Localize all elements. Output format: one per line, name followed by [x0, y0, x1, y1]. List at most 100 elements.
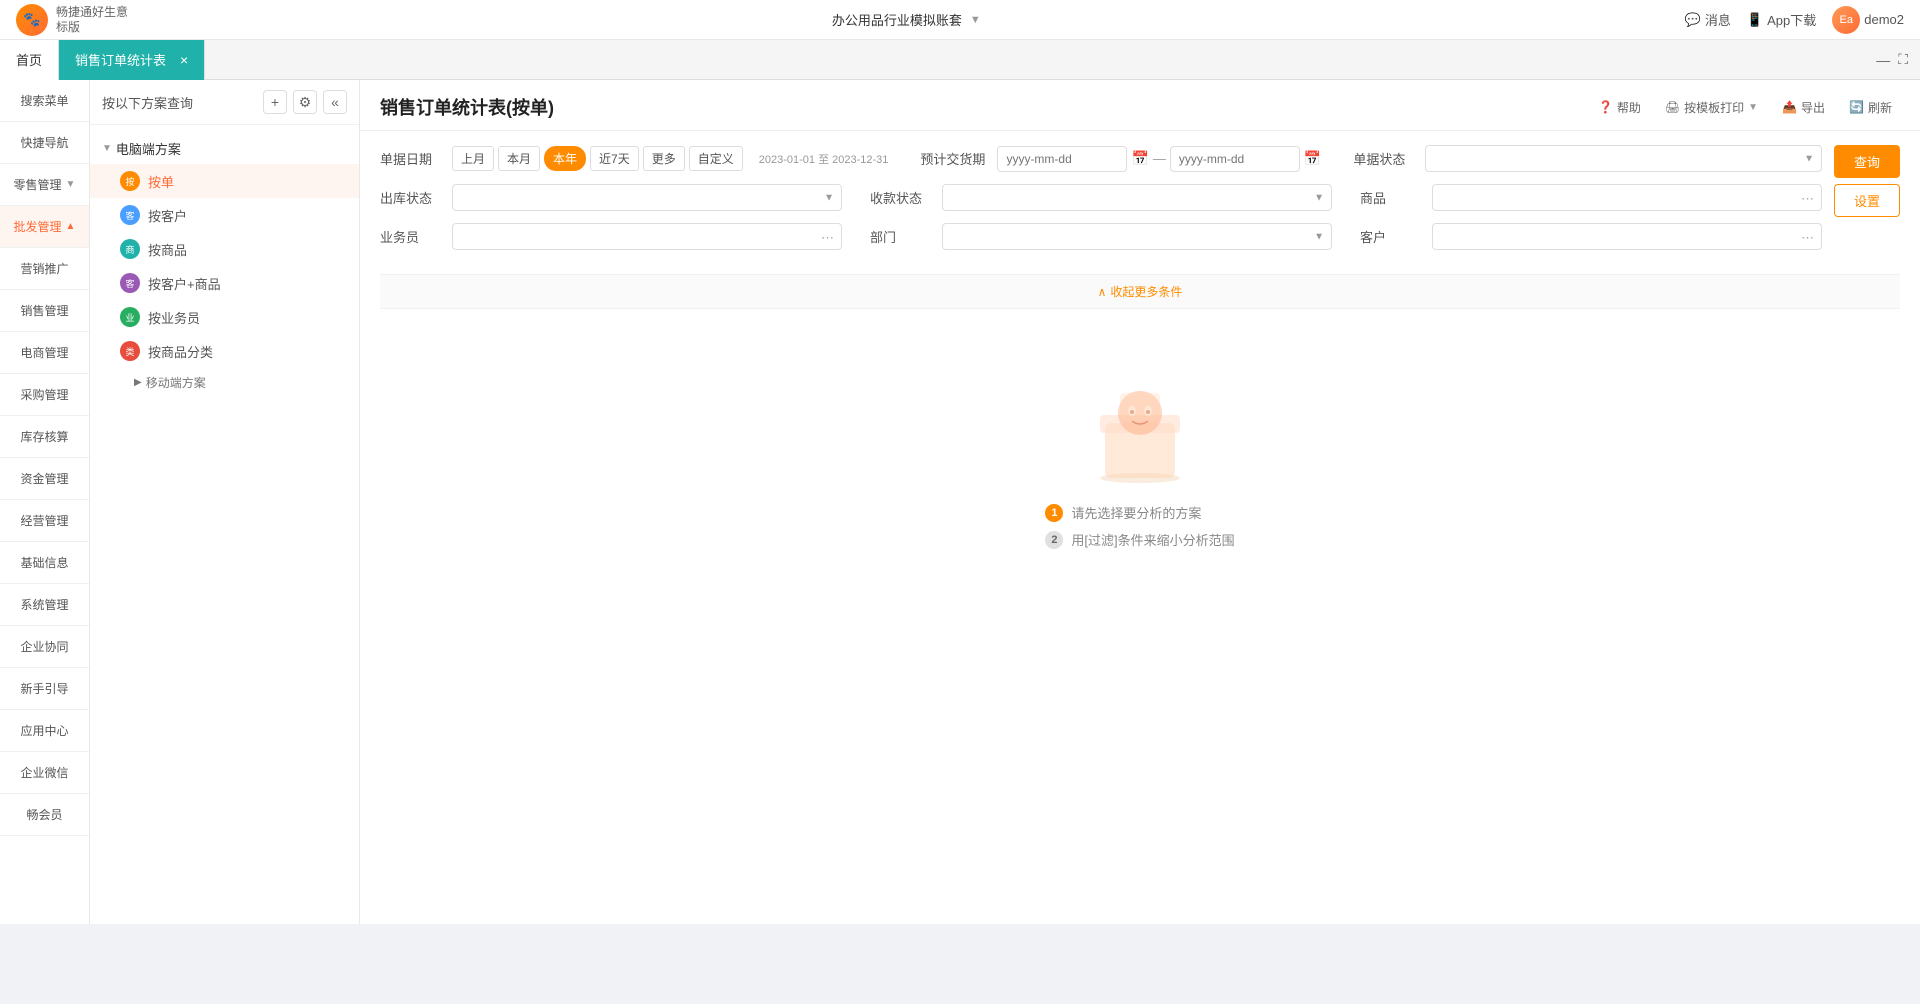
state-select[interactable] [1425, 145, 1822, 172]
empty-state: 1 请先选择要分析的方案 2 用[过滤]条件来缩小分析范围 [360, 323, 1920, 609]
app-download-button[interactable]: 📱 App下载 [1747, 10, 1816, 29]
tree-child-by-order[interactable]: 按 按单 [90, 164, 359, 198]
sidebar-item-member[interactable]: 畅会员 [0, 794, 89, 836]
sidebar-item-wechat[interactable]: 企业微信 [0, 752, 89, 794]
scheme-by-salesman-icon: 业 [120, 307, 140, 327]
salesman-label: 业务员 [380, 227, 440, 246]
logo-text: 畅捷通好生意 标版 [56, 5, 128, 34]
date-btn-this-year[interactable]: 本年 [544, 146, 586, 171]
tree-child-by-category[interactable]: 类 按商品分类 [90, 334, 359, 368]
step-1-num: 1 [1045, 504, 1063, 522]
settings-button[interactable]: 设置 [1834, 184, 1900, 217]
customer-field-wrap: ··· [1432, 223, 1822, 250]
page-header: 销售订单统计表(按单) ❓ 帮助 🖨 按模板打印 ▼ 📤 导出 🔄 刷新 [360, 80, 1920, 131]
template-print-button[interactable]: 🖨 按模板打印 ▼ [1657, 95, 1766, 120]
help-icon: ❓ [1598, 100, 1613, 114]
sidebar-item-sales[interactable]: 销售管理 [0, 290, 89, 332]
message-button[interactable]: 💬 消息 [1685, 10, 1731, 29]
collapse-up-icon: ∧ [1098, 285, 1107, 299]
tab-close-icon[interactable]: × [180, 52, 188, 68]
sidebar-item-ecommerce[interactable]: 电商管理 [0, 332, 89, 374]
collapse-panel-button[interactable]: « [323, 90, 347, 114]
customer-input[interactable] [1432, 223, 1822, 250]
goods-field-wrap: ··· [1432, 184, 1822, 211]
query-button[interactable]: 查询 [1834, 145, 1900, 178]
goods-input[interactable] [1432, 184, 1822, 211]
date-to-calendar-icon[interactable]: 📅 [1304, 150, 1321, 167]
tab-maximize-button[interactable]: ⛶ [1898, 51, 1908, 68]
date-btn-more[interactable]: 更多 [643, 146, 685, 171]
date-btn-7days[interactable]: 近7天 [590, 146, 639, 171]
goods-label: 商品 [1360, 188, 1420, 207]
add-scheme-button[interactable]: + [263, 90, 287, 114]
refresh-button[interactable]: 🔄 刷新 [1841, 95, 1900, 120]
tab-sales-summary[interactable]: 销售订单统计表 × [59, 40, 205, 80]
sidebar-item-shortcuts[interactable]: 快捷导航 [0, 122, 89, 164]
customer-more-icon[interactable]: ··· [1801, 229, 1814, 244]
date-btn-last-month[interactable]: 上月 [452, 146, 494, 171]
settings-scheme-button[interactable]: ⚙ [293, 90, 317, 114]
date-btn-custom[interactable]: 自定义 [689, 146, 743, 171]
out-state-select[interactable] [452, 184, 842, 211]
tab-home[interactable]: 首页 [0, 40, 59, 80]
tree-child-by-salesman[interactable]: 业 按业务员 [90, 300, 359, 334]
logo-icon: 🐾 [16, 4, 48, 36]
refresh-label: 刷新 [1868, 99, 1892, 116]
breadcrumb-title: 办公用品行业模拟账套 [832, 10, 962, 29]
export-button[interactable]: 📤 导出 [1774, 95, 1833, 120]
help-button[interactable]: ❓ 帮助 [1590, 95, 1649, 120]
date-to-input[interactable] [1170, 146, 1300, 172]
sidebar-item-basic-info[interactable]: 基础信息 [0, 542, 89, 584]
message-icon: 💬 [1685, 12, 1701, 28]
sidebar-item-marketing[interactable]: 营销推广 [0, 248, 89, 290]
print-arrow-icon: ▼ [1748, 102, 1758, 113]
sidebar-item-tutorial[interactable]: 新手引导 [0, 668, 89, 710]
scheme-by-customer-icon: 客 [120, 205, 140, 225]
tree-child-by-order-label: 按单 [148, 172, 174, 191]
tree-child-by-cust-goods-label: 按客户+商品 [148, 274, 221, 293]
goods-more-icon[interactable]: ··· [1801, 190, 1814, 205]
breadcrumb-arrow-icon[interactable]: ▼ [970, 14, 981, 26]
logo-line1: 畅捷通好生意 [56, 5, 128, 19]
sidebar-item-finance[interactable]: 资金管理 [0, 458, 89, 500]
customer-label: 客户 [1360, 227, 1420, 246]
sidebar-item-search[interactable]: 搜索菜单 [0, 80, 89, 122]
collect-state-wrap: ▼ [942, 184, 1332, 211]
retail-expand-icon: ▼ [66, 179, 76, 190]
empty-illustration [1080, 383, 1200, 483]
state-label: 单据状态 [1353, 149, 1413, 168]
sidebar-item-inventory[interactable]: 库存核算 [0, 416, 89, 458]
collect-state-label: 收款状态 [870, 188, 930, 207]
dept-select[interactable] [942, 223, 1332, 250]
date-from-calendar-icon[interactable]: 📅 [1131, 150, 1148, 167]
tree-parent-pc[interactable]: ▼ 电脑端方案 [90, 133, 359, 164]
tree-child-by-customer[interactable]: 客 按客户 [90, 198, 359, 232]
sidebar-item-app-center[interactable]: 应用中心 [0, 710, 89, 752]
message-label: 消息 [1705, 10, 1731, 29]
tab-bar: 首页 销售订单统计表 × — ⛶ [0, 40, 1920, 80]
sidebar-item-purchase[interactable]: 采购管理 [0, 374, 89, 416]
collapse-bar[interactable]: ∧ 收起更多条件 [380, 274, 1900, 309]
sidebar-item-wholesale[interactable]: 批发管理 ▲ [0, 206, 89, 248]
date-btn-group: 上月 本月 本年 近7天 更多 自定义 [452, 146, 743, 171]
sidebar-item-system[interactable]: 系统管理 [0, 584, 89, 626]
tree-sub-mobile[interactable]: ▶ 移动端方案 [90, 368, 359, 397]
user-profile[interactable]: Ea demo2 [1832, 6, 1904, 34]
collect-state-select[interactable] [942, 184, 1332, 211]
sidebar-item-enterprise[interactable]: 企业协同 [0, 626, 89, 668]
tab-minimize-button[interactable]: — [1876, 52, 1890, 68]
date-from-input[interactable] [997, 146, 1127, 172]
tree-child-by-goods[interactable]: 商 按商品 [90, 232, 359, 266]
left-panel-header: 按以下方案查询 + ⚙ « [90, 80, 359, 125]
tree-child-by-customer-goods[interactable]: 客 按客户+商品 [90, 266, 359, 300]
filter-row-1: 单据日期 上月 本月 本年 近7天 更多 自定义 2023-01-01 至 20… [380, 145, 1900, 262]
empty-step-2: 2 用[过滤]条件来缩小分析范围 [1045, 530, 1234, 549]
date-btn-this-month[interactable]: 本月 [498, 146, 540, 171]
top-bar-left: 🐾 畅捷通好生意 标版 [16, 4, 128, 36]
scheme-by-order-icon: 按 [120, 171, 140, 191]
sidebar-item-retail[interactable]: 零售管理 ▼ [0, 164, 89, 206]
tab-controls: — ⛶ [1876, 51, 1920, 68]
sidebar-item-operations[interactable]: 经营管理 [0, 500, 89, 542]
salesman-input[interactable] [452, 223, 842, 250]
salesman-more-icon[interactable]: ··· [821, 229, 834, 244]
